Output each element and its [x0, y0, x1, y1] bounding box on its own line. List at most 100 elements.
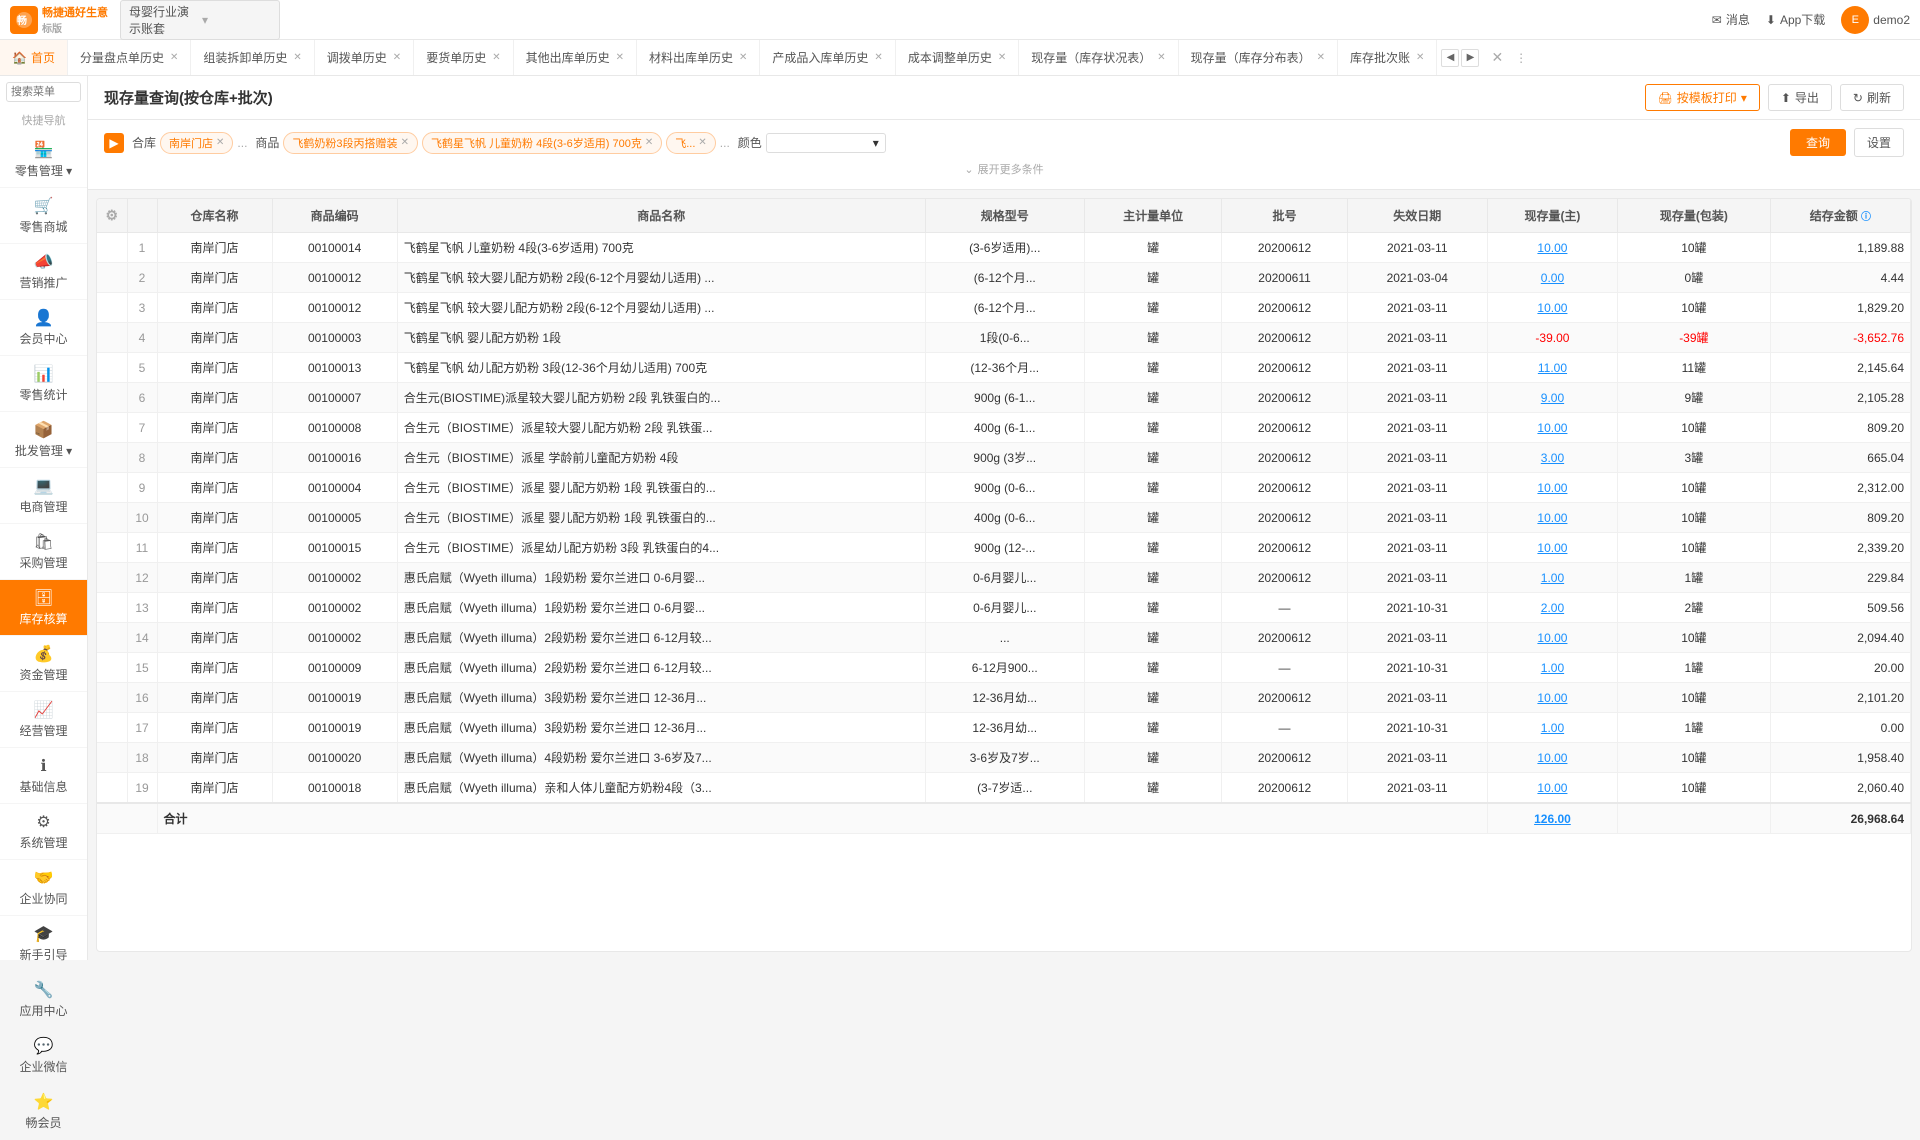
- sidebar-item-kucun[interactable]: 🗄 库存核算: [0, 580, 87, 636]
- messages-button[interactable]: ✉ 消息: [1712, 11, 1750, 28]
- tab-yaohe[interactable]: 要货单历史 ✕: [414, 40, 513, 76]
- color-dropdown[interactable]: ▾: [766, 133, 886, 153]
- cell-qty-main[interactable]: 10.00: [1487, 473, 1617, 503]
- workspace-selector[interactable]: 母婴行业演示账套 ▾: [120, 0, 280, 40]
- product-tag-3[interactable]: 飞... ✕: [666, 132, 716, 154]
- tabs-menu-button[interactable]: ⋮: [1511, 51, 1531, 65]
- cell-qty-main[interactable]: 10.00: [1487, 293, 1617, 323]
- close-tab-pipei[interactable]: ✕: [1416, 52, 1424, 63]
- app-download-button[interactable]: ⬇ App下载: [1766, 11, 1825, 28]
- cell-qty-main[interactable]: 9.00: [1487, 383, 1617, 413]
- sidebar-item-jichu[interactable]: ℹ 基础信息: [0, 748, 87, 804]
- cell-spec: 900g (0-6...: [925, 473, 1084, 503]
- cell-qty-main[interactable]: 10.00: [1487, 743, 1617, 773]
- cell-qty-main[interactable]: 10.00: [1487, 623, 1617, 653]
- expand-conditions-button[interactable]: ⌄ 展开更多条件: [104, 157, 1904, 181]
- product-tag-2[interactable]: 飞鹤星飞帆 儿童奶粉 4段(3-6岁适用) 700克 ✕: [422, 132, 662, 154]
- close-tab-chengben[interactable]: ✕: [998, 52, 1006, 63]
- cell-qty-main[interactable]: 10.00: [1487, 413, 1617, 443]
- tab-chanpin[interactable]: 产成品入库单历史 ✕: [760, 40, 895, 76]
- cell-qty-main[interactable]: 11.00: [1487, 353, 1617, 383]
- sidebar-item-xinshou[interactable]: 🎓 新手引导: [0, 916, 87, 972]
- nav-prev-button[interactable]: ◀: [1441, 49, 1459, 67]
- tab-pipei[interactable]: 库存批次账 ✕: [1338, 40, 1437, 76]
- cell-amount: 1,189.88: [1770, 233, 1910, 263]
- product-tag-1[interactable]: 飞鹤奶粉3段丙搭赠装 ✕: [283, 132, 418, 154]
- search-input[interactable]: [6, 82, 81, 102]
- user-area[interactable]: E demo2: [1841, 6, 1910, 34]
- tab-chengben[interactable]: 成本调整单历史 ✕: [896, 40, 1019, 76]
- sidebar-item-shangcheng[interactable]: 🛒 零售商城: [0, 188, 87, 244]
- sidebar-item-dianshang[interactable]: 💻 电商管理: [0, 468, 87, 524]
- close-tab-diaopai[interactable]: ✕: [393, 52, 401, 63]
- sidebar-item-yingxiao[interactable]: 📣 营销推广: [0, 244, 87, 300]
- cell-qty-main[interactable]: 10.00: [1487, 773, 1617, 804]
- sidebar-item-caigou[interactable]: 🛍 采购管理: [0, 524, 87, 580]
- close-tab-chanpin[interactable]: ✕: [874, 52, 882, 63]
- close-tab-fenqi[interactable]: ✕: [170, 52, 178, 63]
- close-tab-zuhe[interactable]: ✕: [293, 52, 301, 63]
- more-product-button[interactable]: ...: [720, 136, 730, 150]
- cell-qty-main[interactable]: 2.00: [1487, 593, 1617, 623]
- more-warehouse-button[interactable]: ...: [237, 136, 247, 150]
- tab-diaopai[interactable]: 调拨单历史 ✕: [315, 40, 414, 76]
- close-tab-qita[interactable]: ✕: [616, 52, 624, 63]
- sidebar-item-tongji[interactable]: 📊 零售统计: [0, 356, 87, 412]
- cell-qty-main[interactable]: 1.00: [1487, 563, 1617, 593]
- tab-fenqi[interactable]: 分量盘点单历史 ✕: [68, 40, 191, 76]
- sidebar-item-changhui[interactable]: ⭐ 畅会员: [0, 1084, 87, 1140]
- tab-xianzai1[interactable]: 现存量（库存状况表） ✕: [1019, 40, 1178, 76]
- tab-qita[interactable]: 其他出库单历史 ✕: [514, 40, 637, 76]
- sidebar-item-weixin[interactable]: 💬 企业微信: [0, 1028, 87, 1084]
- remove-product-tag-2[interactable]: ✕: [645, 137, 653, 148]
- cell-qty-main[interactable]: 10.00: [1487, 233, 1617, 263]
- cell-qty-main[interactable]: 10.00: [1487, 683, 1617, 713]
- cell-qty-main[interactable]: 0.00: [1487, 263, 1617, 293]
- cell-qty-main[interactable]: 1.00: [1487, 713, 1617, 743]
- warehouse-tag-nanan[interactable]: 南岸门店 ✕: [160, 132, 233, 154]
- sidebar-item-pifa[interactable]: 📦 批发管理 ▾: [0, 412, 87, 468]
- remove-product-tag-3[interactable]: ✕: [698, 137, 706, 148]
- sidebar-item-jingying[interactable]: 📈 经营管理: [0, 692, 87, 748]
- cell-qty-main[interactable]: 10.00: [1487, 503, 1617, 533]
- tab-zuhe[interactable]: 组装拆卸单历史 ✕: [191, 40, 314, 76]
- cell-qty-main[interactable]: 1.00: [1487, 653, 1617, 683]
- cell-name: 合生元（BIOSTIME）派星 婴儿配方奶粉 1段 乳铁蛋白的...: [397, 503, 925, 533]
- expand-filter-button[interactable]: ▶: [104, 133, 124, 153]
- refresh-button[interactable]: ↻ 刷新: [1840, 84, 1904, 111]
- cell-qty-main[interactable]: 3.00: [1487, 443, 1617, 473]
- sidebar-item-huiyuan[interactable]: 👤 会员中心: [0, 300, 87, 356]
- close-tab-xianzai1[interactable]: ✕: [1157, 52, 1165, 63]
- settings-button[interactable]: 设置: [1854, 128, 1904, 157]
- col-settings[interactable]: ⚙: [97, 199, 127, 233]
- cell-qty-main[interactable]: 10.00: [1487, 533, 1617, 563]
- close-tab-xianzai2[interactable]: ✕: [1317, 52, 1325, 63]
- sidebar-item-lingshou[interactable]: 🏪 零售管理 ▾: [0, 132, 87, 188]
- sidebar-item-quick-nav[interactable]: 快捷导航: [0, 108, 87, 132]
- message-icon: ✉: [1712, 13, 1722, 27]
- query-button[interactable]: 查询: [1790, 129, 1846, 156]
- left-sidebar: 快捷导航 🏪 零售管理 ▾ 🛒 零售商城 📣 营销推广 👤 会员中心 📊 零售统…: [0, 76, 88, 960]
- close-tab-yaohe[interactable]: ✕: [492, 52, 500, 63]
- remove-product-tag-1[interactable]: ✕: [401, 137, 409, 148]
- column-settings-icon[interactable]: ⚙: [105, 207, 118, 223]
- cell-settings: [97, 623, 127, 653]
- sidebar-item-qiye[interactable]: 🤝 企业协同: [0, 860, 87, 916]
- cell-qty-pkg: 9罐: [1618, 383, 1771, 413]
- print-button[interactable]: 🖨 按模板打印 ▾: [1645, 84, 1760, 111]
- close-tab-cailiao[interactable]: ✕: [739, 52, 747, 63]
- sidebar-item-yingyong[interactable]: 🔧 应用中心: [0, 972, 87, 1028]
- tab-home[interactable]: 🏠 首页: [0, 40, 68, 76]
- col-expire: 失效日期: [1347, 199, 1487, 233]
- sidebar-item-xitong[interactable]: ⚙ 系统管理: [0, 804, 87, 860]
- nav-next-button[interactable]: ▶: [1461, 49, 1479, 67]
- cell-qty-main[interactable]: -39.00: [1487, 323, 1617, 353]
- export-button[interactable]: ⬆ 导出: [1768, 84, 1832, 111]
- tab-xianzai2[interactable]: 现存量（库存分布表） ✕: [1179, 40, 1338, 76]
- tab-cailiao[interactable]: 材料出库单历史 ✕: [637, 40, 760, 76]
- cell-unit: 罐: [1084, 503, 1222, 533]
- remove-warehouse-tag[interactable]: ✕: [216, 137, 224, 148]
- close-all-tabs-button[interactable]: ✕: [1483, 49, 1511, 66]
- sidebar-item-zijin[interactable]: 💰 资金管理: [0, 636, 87, 692]
- cell-unit: 罐: [1084, 413, 1222, 443]
